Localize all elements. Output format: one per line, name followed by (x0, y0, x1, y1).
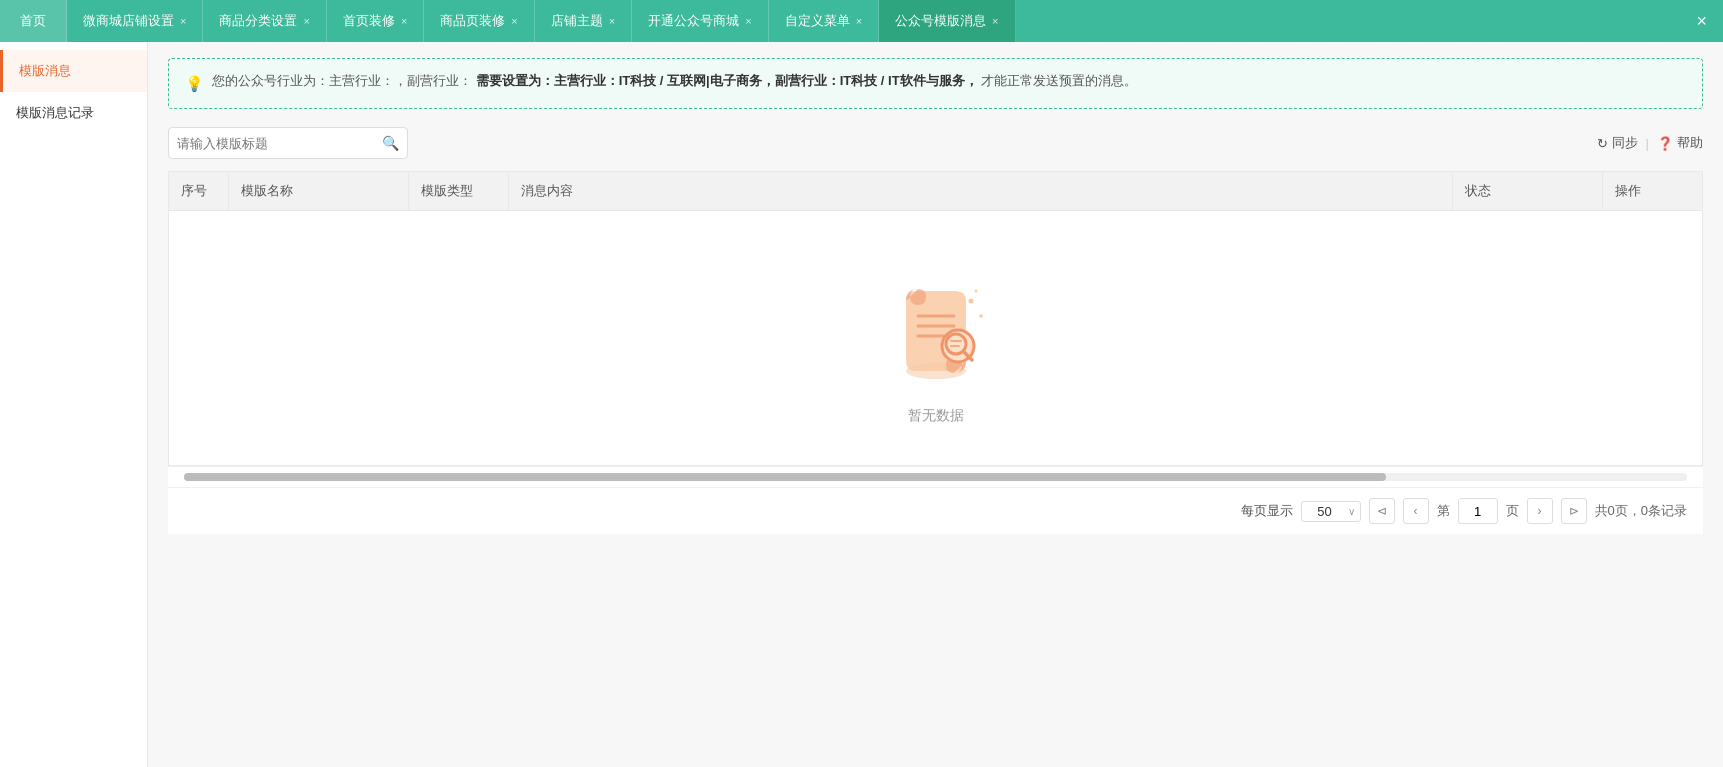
page-size-value[interactable]: 50 (1301, 501, 1361, 522)
toolbar-divider: | (1646, 136, 1649, 151)
nav-item-custom-menu[interactable]: 自定义菜单× (769, 0, 879, 42)
pagination-row: 每页显示 50 ⊲ ‹ 第 页 › ⊳ 共0页，0条记录 (168, 487, 1703, 534)
nav-item-open-mall[interactable]: 开通公众号商城× (632, 0, 768, 42)
help-label: 帮助 (1677, 134, 1703, 152)
sidebar: 模版消息模版消息记录 (0, 42, 148, 767)
nav-close-custom-menu[interactable]: × (856, 15, 862, 27)
content-area: 💡 您的公众号行业为：主营行业：，副营行业： 需要设置为：主营行业：IT科技 /… (148, 42, 1723, 767)
nav-close-shop-setting[interactable]: × (180, 15, 186, 27)
notice-prefix: 您的公众号行业为：主营行业：，副营行业： (212, 73, 472, 88)
notice-highlight: 需要设置为：主营行业：IT科技 / 互联网|电子商务，副营行业：IT科技 / I… (476, 73, 978, 88)
empty-illustration (876, 271, 996, 391)
search-icon[interactable]: 🔍 (382, 135, 399, 151)
data-table: 序号模版名称模版类型消息内容状态操作 (168, 171, 1703, 466)
nav-item-category-setting[interactable]: 商品分类设置× (203, 0, 326, 42)
nav-item-shop-theme[interactable]: 店铺主题× (535, 0, 632, 42)
search-input[interactable] (177, 136, 382, 151)
nav-item-shop-setting[interactable]: 微商城店铺设置× (67, 0, 203, 42)
main-layout: 模版消息模版消息记录 💡 您的公众号行业为：主营行业：，副营行业： 需要设置为：… (0, 42, 1723, 767)
scrollbar-row (168, 466, 1703, 487)
nav-close-open-mall[interactable]: × (745, 15, 751, 27)
help-icon: ❓ (1657, 136, 1673, 151)
help-button[interactable]: ❓ 帮助 (1657, 134, 1703, 152)
sync-icon: ↻ (1597, 136, 1608, 151)
prev-page-button[interactable]: ‹ (1403, 498, 1429, 524)
sidebar-item-template[interactable]: 模版消息 (0, 50, 147, 92)
svg-point-11 (974, 290, 977, 293)
toolbar-right: ↻ 同步 | ❓ 帮助 (1597, 134, 1703, 152)
next-page-button[interactable]: › (1527, 498, 1553, 524)
sync-label: 同步 (1612, 134, 1638, 152)
sync-button[interactable]: ↻ 同步 (1597, 134, 1638, 152)
nav-item-product-decor[interactable]: 商品页装修× (424, 0, 534, 42)
scrollbar-track[interactable] (184, 473, 1687, 481)
page-number-input[interactable] (1458, 498, 1498, 524)
nav-close-product-decor[interactable]: × (511, 15, 517, 27)
page-size-label: 每页显示 (1241, 502, 1293, 520)
page-size-select[interactable]: 50 (1301, 501, 1361, 522)
table-col-模版类型: 模版类型 (409, 172, 509, 211)
page-unit-label: 页 (1506, 502, 1519, 520)
table-col-状态: 状态 (1453, 172, 1603, 211)
empty-state: 暂无数据 (169, 211, 1702, 465)
svg-point-9 (968, 299, 973, 304)
table-col-操作: 操作 (1603, 172, 1703, 211)
top-nav: 首页微商城店铺设置×商品分类设置×首页装修×商品页装修×店铺主题×开通公众号商城… (0, 0, 1723, 42)
table-col-模版名称: 模版名称 (229, 172, 409, 211)
nav-item-template-msg[interactable]: 公众号模版消息× (879, 0, 1015, 42)
notice-suffix: 才能正常发送预置的消息。 (981, 73, 1137, 88)
search-row: 🔍 ↻ 同步 | ❓ 帮助 (168, 127, 1703, 159)
search-input-wrap[interactable]: 🔍 (168, 127, 408, 159)
nav-close-shop-theme[interactable]: × (609, 15, 615, 27)
nav-close-category-setting[interactable]: × (303, 15, 309, 27)
page-prefix-label: 第 (1437, 502, 1450, 520)
nav-close-home-decor[interactable]: × (401, 15, 407, 27)
table-col-序号: 序号 (169, 172, 229, 211)
nav-item-home-decor[interactable]: 首页装修× (327, 0, 424, 42)
nav-item-home[interactable]: 首页 (0, 0, 67, 42)
total-text: 共0页，0条记录 (1595, 502, 1687, 520)
first-page-button[interactable]: ⊲ (1369, 498, 1395, 524)
notice-text: 您的公众号行业为：主营行业：，副营行业： 需要设置为：主营行业：IT科技 / 互… (212, 71, 1137, 92)
nav-close-template-msg[interactable]: × (992, 15, 998, 27)
sidebar-item-template-record[interactable]: 模版消息记录 (0, 92, 147, 134)
empty-text: 暂无数据 (169, 407, 1702, 425)
table-col-消息内容: 消息内容 (509, 172, 1453, 211)
scrollbar-thumb[interactable] (184, 473, 1386, 481)
close-all-button[interactable]: × (1680, 0, 1723, 42)
bulb-icon: 💡 (185, 72, 204, 96)
notice-banner: 💡 您的公众号行业为：主营行业：，副营行业： 需要设置为：主营行业：IT科技 /… (168, 58, 1703, 109)
last-page-button[interactable]: ⊳ (1561, 498, 1587, 524)
svg-point-10 (979, 314, 983, 318)
